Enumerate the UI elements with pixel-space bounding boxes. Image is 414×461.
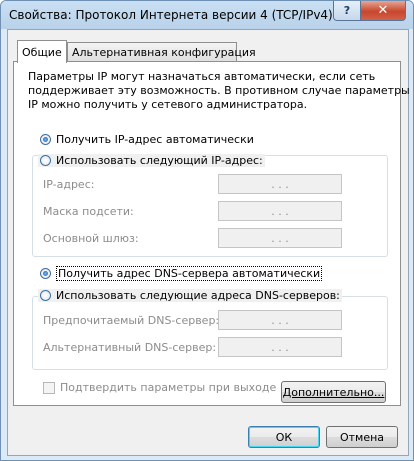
tab-general-label: Общие [22, 45, 62, 59]
subnet-mask-field[interactable]: . . . [218, 201, 342, 221]
dns-settings-group [32, 296, 388, 370]
ip-manual-radio[interactable]: Использовать следующий IP-адрес: [38, 154, 265, 167]
radio-unselected-icon [40, 290, 51, 301]
dialog-client-area: Общие Альтернативная конфигурация Параме… [7, 29, 410, 456]
advanced-button-label: Дополнительно... [282, 385, 385, 399]
ip-auto-label: Получить IP-адрес автоматически [56, 133, 254, 146]
ip-field-dots: . . . [271, 204, 289, 218]
dns-auto-label: Получить адрес DNS-сервера автоматически [56, 266, 323, 281]
description-line: IP можно получить у сетевого администрат… [28, 98, 308, 111]
description-line: поддерживает эту возможность. В противно… [28, 84, 410, 97]
preferred-dns-field[interactable]: . . . [218, 310, 342, 330]
radio-selected-icon [40, 134, 51, 145]
alternate-dns-label: Альтернативный DNS-сервер: [43, 341, 217, 354]
tab-alternate-config-label: Альтернативная конфигурация [72, 46, 256, 59]
ip-field-dots: . . . [271, 231, 289, 245]
ip-address-label: IP-адрес: [43, 178, 95, 191]
window-title: Свойства: Протокол Интернета версии 4 (T… [9, 8, 333, 22]
checkbox-unchecked-icon [43, 381, 55, 394]
ok-button-label: ОК [275, 430, 293, 444]
subnet-mask-label: Маска подсети: [43, 205, 134, 218]
help-icon: ? [343, 4, 351, 17]
advanced-button[interactable]: Дополнительно... [281, 381, 386, 403]
dns-auto-radio[interactable]: Получить адрес DNS-сервера автоматически [40, 266, 323, 281]
dialog-window: Свойства: Протокол Интернета версии 4 (T… [0, 0, 414, 461]
radio-selected-icon [40, 268, 51, 279]
dns-manual-radio[interactable]: Использовать следующие адреса DNS-сервер… [38, 289, 342, 302]
preferred-dns-label: Предпочитаемый DNS-сервер: [43, 314, 220, 327]
ip-field-dots: . . . [271, 177, 289, 191]
dns-manual-label: Использовать следующие адреса DNS-сервер… [56, 289, 340, 302]
title-bar[interactable]: Свойства: Протокол Интернета версии 4 (T… [1, 1, 413, 29]
ip-auto-radio[interactable]: Получить IP-адрес автоматически [40, 133, 254, 146]
ok-button[interactable]: ОК [248, 426, 320, 448]
ip-address-field[interactable]: . . . [218, 174, 342, 194]
help-button[interactable]: ? [333, 1, 361, 21]
tab-general[interactable]: Общие [17, 40, 67, 63]
tab-alternate-config[interactable]: Альтернативная конфигурация [67, 42, 256, 62]
default-gateway-field[interactable]: . . . [218, 228, 342, 248]
radio-unselected-icon [40, 155, 51, 166]
ip-field-dots: . . . [271, 313, 289, 327]
validate-on-exit-checkbox[interactable]: Подтвердить параметры при выходе [43, 381, 276, 394]
close-button[interactable]: ✕ [360, 1, 406, 21]
close-icon: ✕ [377, 3, 389, 18]
cancel-button-label: Отмена [339, 430, 385, 444]
validate-on-exit-label: Подтвердить параметры при выходе [60, 381, 277, 394]
cancel-button[interactable]: Отмена [326, 426, 398, 448]
description-text: Параметры IP могут назначаться автоматич… [28, 70, 410, 112]
default-gateway-label: Основной шлюз: [43, 232, 139, 245]
ip-field-dots: . . . [271, 340, 289, 354]
description-line: Параметры IP могут назначаться автоматич… [28, 70, 376, 83]
ip-manual-label: Использовать следующий IP-адрес: [56, 154, 263, 167]
alternate-dns-field[interactable]: . . . [218, 337, 342, 357]
